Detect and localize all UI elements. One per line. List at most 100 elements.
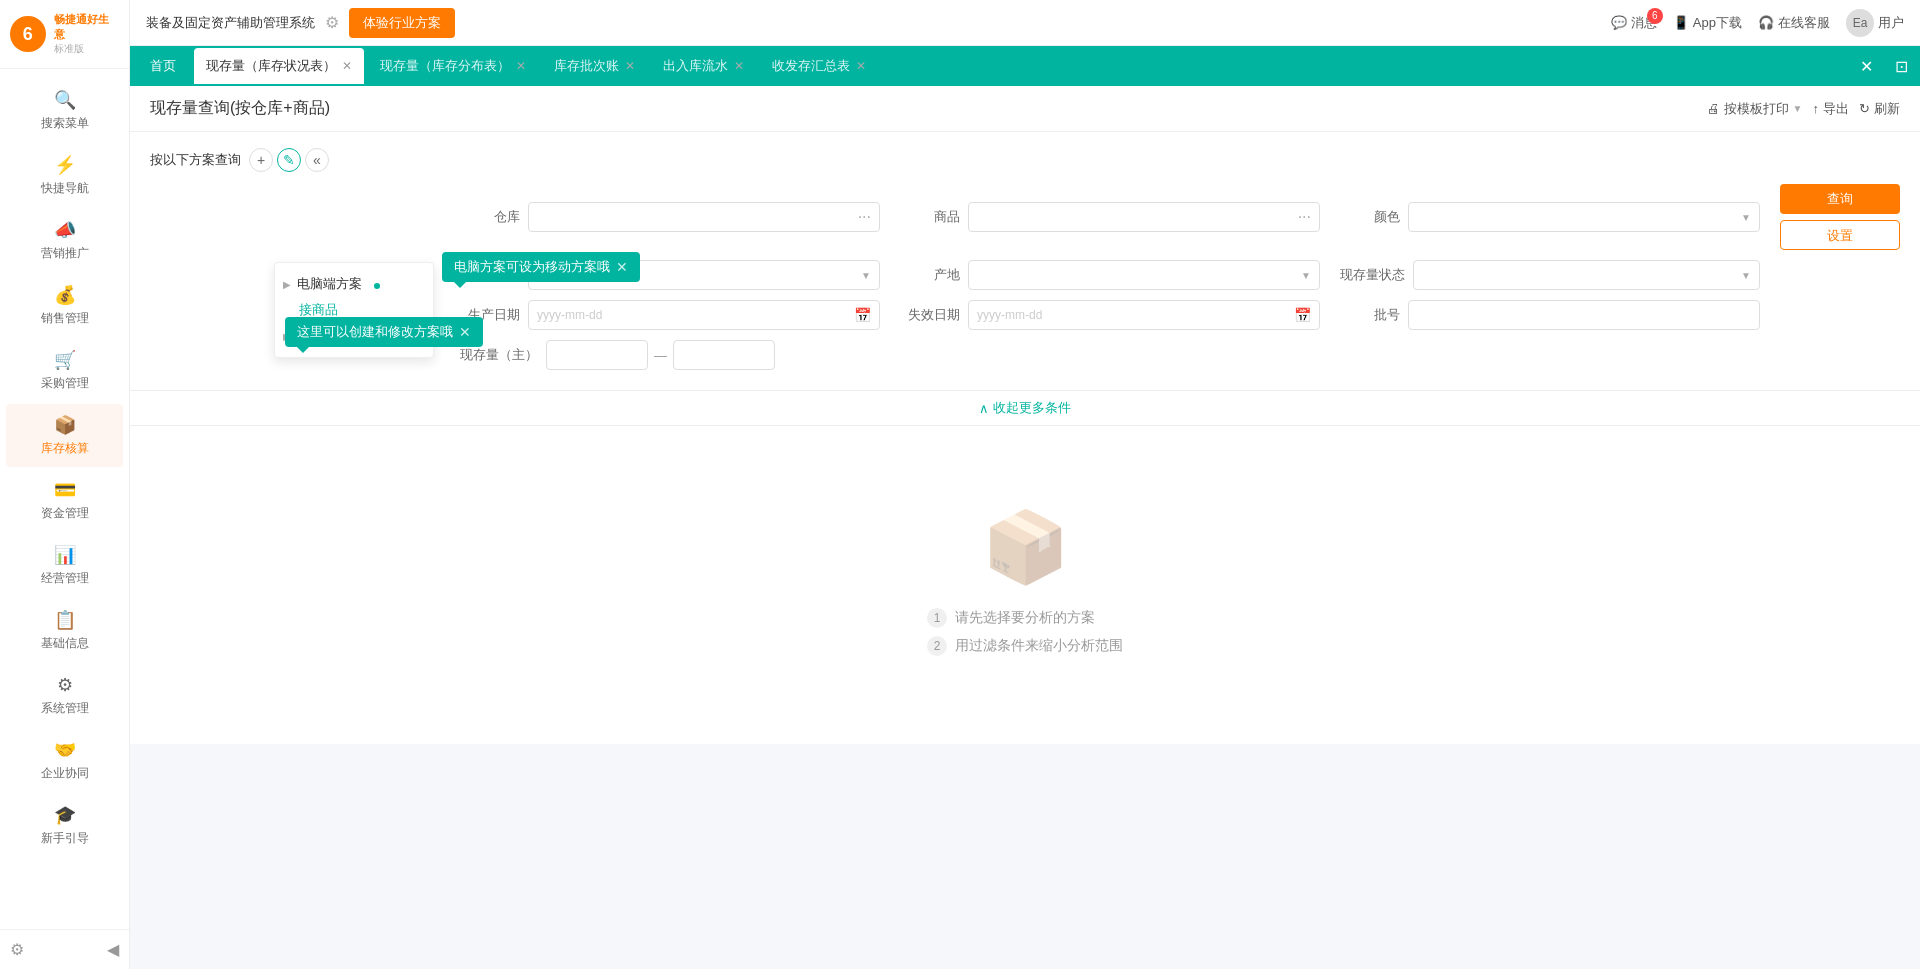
inventory-icon: 📦 xyxy=(54,414,76,436)
logo-icon: 6 xyxy=(10,16,46,52)
reset-btn[interactable]: 设置 xyxy=(1780,220,1900,250)
goods-dots-icon[interactable]: ··· xyxy=(1298,208,1311,226)
header-left: 装备及固定资产辅助管理系统 ⚙ 体验行业方案 xyxy=(146,8,455,38)
finance-icon: 💳 xyxy=(54,479,76,501)
range-dash: — xyxy=(654,348,667,363)
message-icon: 💬 xyxy=(1611,15,1627,30)
tab-inventory-status[interactable]: 现存量（库存状况表） ✕ xyxy=(194,48,364,84)
avatar-text: Ea xyxy=(1853,16,1868,30)
tab-batch-account[interactable]: 库存批次账 ✕ xyxy=(542,48,647,84)
online-support-item[interactable]: 🎧 在线客服 xyxy=(1758,14,1830,32)
user-name: 用户 xyxy=(1878,14,1904,32)
filter-stock-status-label: 现存量状态 xyxy=(1340,266,1405,284)
tab-close-inventory-status[interactable]: ✕ xyxy=(342,59,352,73)
origin-arrow-icon: ▼ xyxy=(1301,270,1311,281)
sidebar-label-marketing: 营销推广 xyxy=(41,245,89,262)
search-action-col: 查询 设置 xyxy=(1780,184,1900,250)
collapse-sidebar-icon[interactable]: ◀ xyxy=(107,940,119,959)
filter-prod-date-input[interactable]: yyyy-mm-dd 📅 xyxy=(528,300,880,330)
filter-origin-label: 产地 xyxy=(900,266,960,284)
tab-close-inout-flow[interactable]: ✕ xyxy=(734,59,744,73)
filter-stock-status-select[interactable]: ▼ xyxy=(1413,260,1760,290)
add-scheme-btn[interactable]: + xyxy=(249,148,273,172)
filter-warehouse-select[interactable]: ··· xyxy=(528,202,880,232)
sidebar-item-sales[interactable]: 💰 销售管理 xyxy=(6,274,123,337)
sidebar-item-guide[interactable]: 🎓 新手引导 xyxy=(6,794,123,857)
sidebar-item-base-info[interactable]: 📋 基础信息 xyxy=(6,599,123,662)
filter-stock-status: 现存量状态 ▼ xyxy=(1340,260,1760,290)
refresh-icon: ↻ xyxy=(1859,101,1870,116)
stock-status-arrow-icon: ▼ xyxy=(1741,270,1751,281)
industry-btn[interactable]: 体验行业方案 xyxy=(349,8,455,38)
step-label-1: 请先选择要分析的方案 xyxy=(955,609,1095,627)
message-icon-item[interactable]: 💬 消息 6 xyxy=(1611,14,1657,32)
tooltip-scheme-tip: 电脑方案可设为移动方案哦 ✕ xyxy=(442,252,640,282)
sidebar-nav: 🔍 搜索菜单 ⚡ 快捷导航 📣 营销推广 💰 销售管理 🛒 采购管理 📦 库存核… xyxy=(0,69,129,929)
back-scheme-btn[interactable]: « xyxy=(305,148,329,172)
tab-close-summary[interactable]: ✕ xyxy=(856,59,866,73)
page-actions: 🖨 按模板打印 ▼ ↑ 导出 ↻ 刷新 xyxy=(1707,100,1900,118)
settings-bottom-icon[interactable]: ⚙ xyxy=(10,940,24,959)
search-btn[interactable]: 查询 xyxy=(1780,184,1900,214)
sidebar-item-inventory[interactable]: 📦 库存核算 xyxy=(6,404,123,467)
filter-goods-select[interactable]: ··· xyxy=(968,202,1320,232)
tab-close-batch-account[interactable]: ✕ xyxy=(625,59,635,73)
system-settings-icon[interactable]: ⚙ xyxy=(325,13,339,32)
guide-icon: 🎓 xyxy=(54,804,76,826)
prod-date-calendar-icon[interactable]: 📅 xyxy=(854,307,871,323)
marketing-icon: 📣 xyxy=(54,219,76,241)
edit-scheme-btn[interactable]: ✎ xyxy=(277,148,301,172)
filter-area: 仓库 ··· 商品 ··· 颜色 xyxy=(460,184,1900,370)
tooltip2-close[interactable]: ✕ xyxy=(459,324,471,340)
user-item[interactable]: Ea 用户 xyxy=(1846,9,1904,37)
collapse-bar[interactable]: ∧ 收起更多条件 xyxy=(130,391,1920,426)
sidebar-label-cooperation: 企业协同 xyxy=(41,765,89,782)
filter-goods-label: 商品 xyxy=(900,208,960,226)
tab-summary[interactable]: 收发存汇总表 ✕ xyxy=(760,48,878,84)
sidebar-item-search-menu[interactable]: 🔍 搜索菜单 xyxy=(6,79,123,142)
tooltip2-text: 这里可以创建和修改方案哦 xyxy=(297,323,453,341)
expire-date-calendar-icon[interactable]: 📅 xyxy=(1294,307,1311,323)
sidebar-item-operations[interactable]: 📊 经营管理 xyxy=(6,534,123,597)
sidebar-item-marketing[interactable]: 📣 营销推广 xyxy=(6,209,123,272)
empty-illustration: 📦 xyxy=(982,506,1069,588)
warehouse-dots-icon[interactable]: ··· xyxy=(858,208,871,226)
prod-date-placeholder: yyyy-mm-dd xyxy=(537,308,602,322)
base-info-icon: 📋 xyxy=(54,609,76,631)
window-max-btn[interactable]: ⊡ xyxy=(1887,53,1916,80)
tooltip1-close[interactable]: ✕ xyxy=(616,259,628,275)
empty-step-1: 1 请先选择要分析的方案 xyxy=(927,608,1123,628)
step-label-2: 用过滤条件来缩小分析范围 xyxy=(955,637,1123,655)
stock-qty-to-input[interactable] xyxy=(673,340,775,370)
sidebar-bottom: ⚙ ◀ xyxy=(0,929,129,969)
sidebar-item-cooperation[interactable]: 🤝 企业协同 xyxy=(6,729,123,792)
scheme-tree-desktop[interactable]: ▶ 电脑端方案 xyxy=(275,271,433,297)
sidebar-item-quick-nav[interactable]: ⚡ 快捷导航 xyxy=(6,144,123,207)
filter-origin-select[interactable]: ▼ xyxy=(968,260,1320,290)
search-label: 按以下方案查询 xyxy=(150,151,241,169)
sidebar-label-purchase: 采购管理 xyxy=(41,375,89,392)
tab-inventory-dist[interactable]: 现存量（库存分布表） ✕ xyxy=(368,48,538,84)
filter-batch-input[interactable] xyxy=(1408,300,1760,330)
sidebar-item-system[interactable]: ⚙ 系统管理 xyxy=(6,664,123,727)
sidebar-item-finance[interactable]: 💳 资金管理 xyxy=(6,469,123,532)
export-btn[interactable]: ↑ 导出 xyxy=(1813,100,1850,118)
tab-home[interactable]: 首页 xyxy=(134,46,192,86)
tab-label-inventory-status: 现存量（库存状况表） xyxy=(206,57,336,75)
filter-color: 颜色 ▼ xyxy=(1340,202,1760,232)
color-arrow-icon: ▼ xyxy=(1741,212,1751,223)
filter-color-select[interactable]: ▼ xyxy=(1408,202,1760,232)
tab-close-inventory-dist[interactable]: ✕ xyxy=(516,59,526,73)
refresh-label: 刷新 xyxy=(1874,100,1900,118)
refresh-btn[interactable]: ↻ 刷新 xyxy=(1859,100,1900,118)
filter-expire-date-input[interactable]: yyyy-mm-dd 📅 xyxy=(968,300,1320,330)
filter-row-4: 现存量（主） — xyxy=(460,340,1900,370)
sidebar-item-purchase[interactable]: 🛒 采购管理 xyxy=(6,339,123,402)
print-arrow-icon: ▼ xyxy=(1793,103,1803,114)
print-icon: 🖨 xyxy=(1707,101,1720,116)
tab-inout-flow[interactable]: 出入库流水 ✕ xyxy=(651,48,756,84)
print-btn[interactable]: 🖨 按模板打印 ▼ xyxy=(1707,100,1803,118)
app-download-item[interactable]: 📱 App下载 xyxy=(1673,14,1742,32)
stock-qty-from-input[interactable] xyxy=(546,340,648,370)
window-close-btn[interactable]: ✕ xyxy=(1852,53,1881,80)
